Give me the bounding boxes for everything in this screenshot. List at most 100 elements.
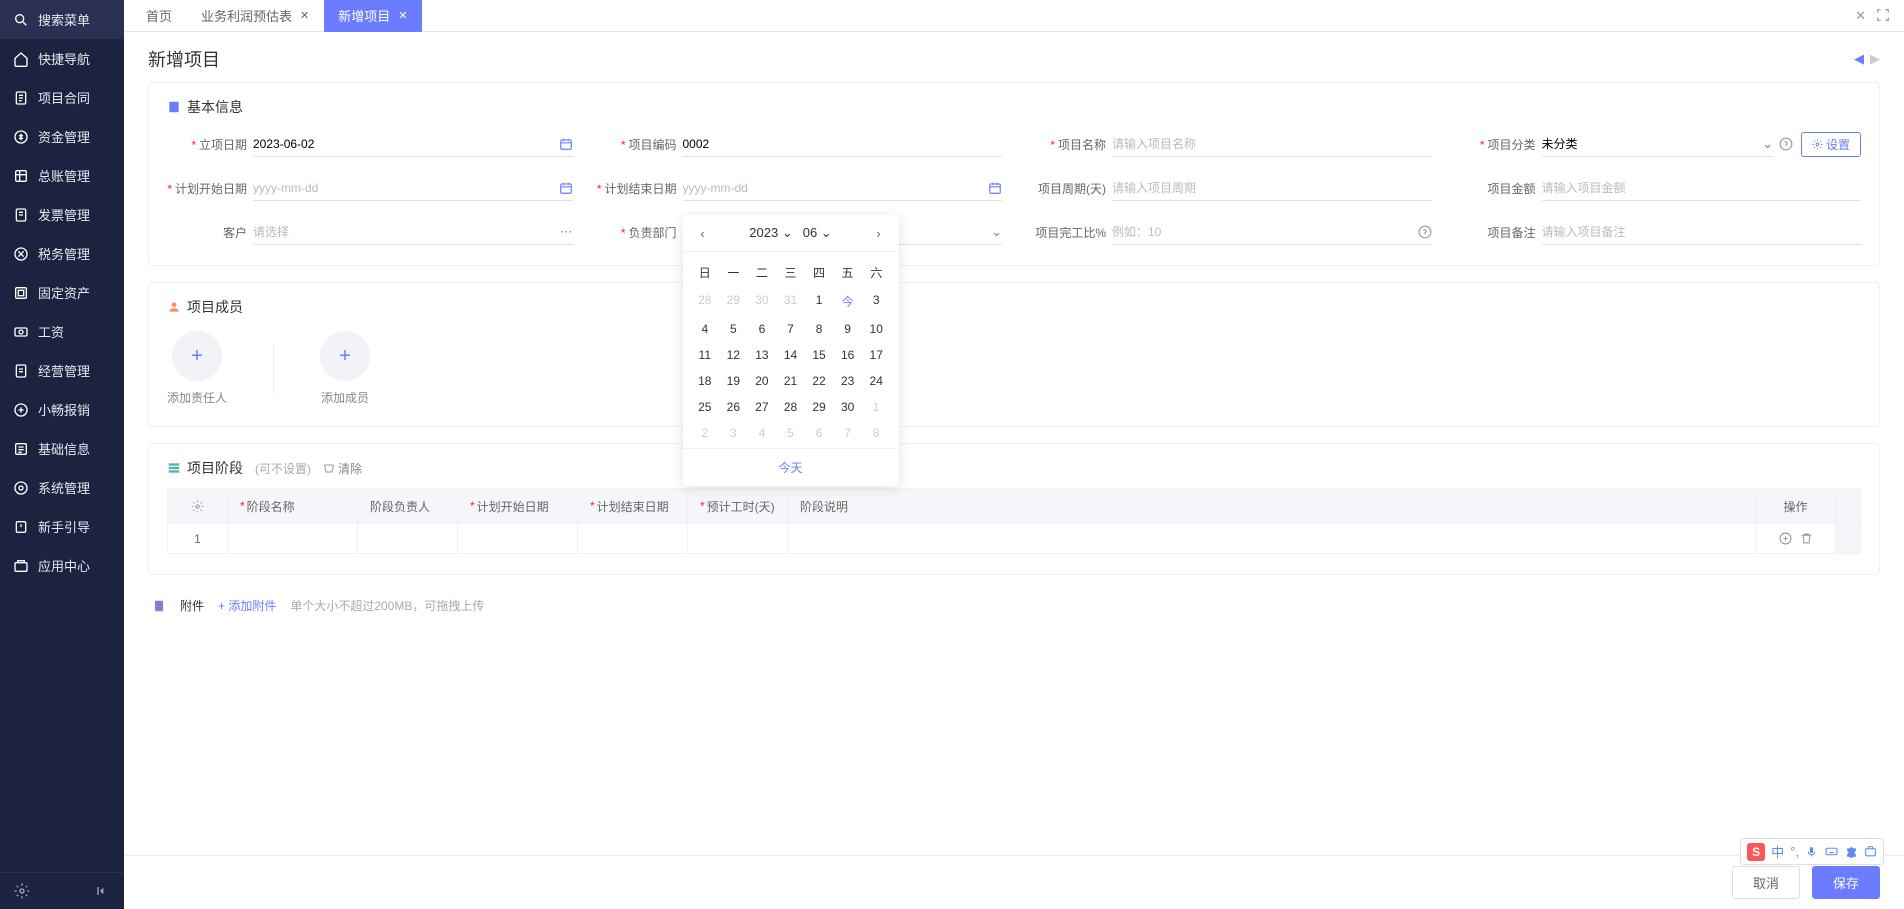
prev-month-icon[interactable]: ‹ — [695, 226, 711, 241]
sidebar-item-manage[interactable]: 经营管理 — [0, 351, 124, 390]
tab-首页[interactable]: 首页 — [132, 0, 187, 32]
table-row[interactable]: 1 — [168, 523, 1860, 553]
sidebar-item-salary[interactable]: 工资 — [0, 312, 124, 351]
sidebar-item-guide[interactable]: 新手引导 — [0, 507, 124, 546]
day-cell[interactable]: 4 — [691, 316, 720, 342]
day-cell[interactable]: 26 — [719, 394, 748, 420]
cell-responsible[interactable] — [358, 524, 458, 553]
ime-lang[interactable]: 中 — [1771, 842, 1784, 861]
settings-button[interactable]: 设置 — [1801, 132, 1861, 157]
day-cell[interactable]: 今 — [833, 287, 862, 316]
day-cell[interactable]: 29 — [805, 394, 834, 420]
sidebar-item-contract[interactable]: 项目合同 — [0, 78, 124, 117]
close-icon[interactable]: ✕ — [300, 9, 309, 22]
sidebar-item-apps[interactable]: 应用中心 — [0, 546, 124, 585]
calendar-icon[interactable] — [559, 137, 573, 151]
day-cell[interactable]: 14 — [776, 342, 805, 368]
day-cell[interactable]: 3 — [862, 287, 891, 316]
ime-toolbox-icon[interactable] — [1864, 845, 1877, 858]
day-cell[interactable]: 19 — [719, 368, 748, 394]
completion-input[interactable] — [1112, 221, 1412, 243]
day-cell[interactable]: 3 — [719, 420, 748, 446]
day-cell[interactable]: 7 — [776, 316, 805, 342]
more-icon[interactable]: ⋯ — [560, 224, 573, 240]
sidebar-item-money[interactable]: 资金管理 — [0, 117, 124, 156]
cell-start[interactable] — [458, 524, 578, 553]
day-cell[interactable]: 8 — [862, 420, 891, 446]
chevron-down-icon[interactable]: ⌄ — [1762, 136, 1773, 152]
day-cell[interactable]: 30 — [833, 394, 862, 420]
day-cell[interactable]: 13 — [748, 342, 777, 368]
cell-hours[interactable] — [688, 524, 788, 553]
day-cell[interactable]: 6 — [748, 316, 777, 342]
day-cell[interactable]: 18 — [691, 368, 720, 394]
help-icon[interactable] — [1418, 225, 1432, 239]
day-cell[interactable]: 10 — [862, 316, 891, 342]
collapse-icon[interactable] — [94, 883, 110, 899]
today-button[interactable]: 今天 — [683, 448, 899, 486]
day-cell[interactable]: 24 — [862, 368, 891, 394]
period-input[interactable] — [1112, 177, 1432, 199]
project-name-input[interactable] — [1112, 133, 1432, 155]
sidebar-item-info[interactable]: 基础信息 — [0, 429, 124, 468]
day-cell[interactable]: 25 — [691, 394, 720, 420]
cancel-button[interactable]: 取消 — [1732, 866, 1800, 899]
day-cell[interactable]: 5 — [719, 316, 748, 342]
add-attachment-button[interactable]: + 添加附件 — [218, 597, 276, 614]
next-month-icon[interactable]: › — [870, 226, 886, 241]
delete-row-icon[interactable] — [1800, 532, 1813, 545]
next-icon[interactable]: ▶ — [1870, 51, 1880, 67]
sidebar-item-invoice[interactable]: 发票管理 — [0, 195, 124, 234]
sidebar-item-search[interactable]: 搜索菜单 — [0, 0, 124, 39]
day-cell[interactable]: 23 — [833, 368, 862, 394]
day-cell[interactable]: 20 — [748, 368, 777, 394]
day-cell[interactable]: 4 — [748, 420, 777, 446]
add-member-button[interactable]: + — [320, 331, 370, 381]
prev-icon[interactable]: ◀ — [1854, 51, 1864, 67]
clear-button[interactable]: 清除 — [323, 460, 362, 477]
close-all-icon[interactable]: ✕ — [1855, 8, 1866, 24]
day-cell[interactable]: 5 — [776, 420, 805, 446]
table-settings-header[interactable] — [168, 489, 228, 523]
month-select[interactable]: 06 ⌄ — [803, 225, 832, 241]
tab-业务利润预估表[interactable]: 业务利润预估表✕ — [187, 0, 324, 32]
day-cell[interactable]: 21 — [776, 368, 805, 394]
plan-start-input[interactable] — [253, 177, 555, 199]
help-icon[interactable] — [1779, 137, 1793, 151]
cell-desc[interactable] — [788, 524, 1756, 553]
day-cell[interactable]: 29 — [719, 287, 748, 316]
cell-name[interactable] — [228, 524, 358, 553]
remark-input[interactable] — [1542, 221, 1862, 243]
calendar-icon[interactable] — [988, 181, 1002, 195]
plan-end-input[interactable] — [683, 177, 985, 199]
day-cell[interactable]: 11 — [691, 342, 720, 368]
save-button[interactable]: 保存 — [1812, 866, 1880, 899]
close-icon[interactable]: ✕ — [398, 9, 407, 22]
day-cell[interactable]: 12 — [719, 342, 748, 368]
day-cell[interactable]: 28 — [776, 394, 805, 420]
ime-mic-icon[interactable] — [1805, 845, 1818, 858]
sidebar-item-ledger[interactable]: 总账管理 — [0, 156, 124, 195]
fullscreen-icon[interactable] — [1876, 8, 1890, 24]
day-cell[interactable]: 2 — [691, 420, 720, 446]
day-cell[interactable]: 1 — [862, 394, 891, 420]
sidebar-item-expense[interactable]: 小畅报销 — [0, 390, 124, 429]
tab-新增项目[interactable]: 新增项目✕ — [324, 0, 422, 32]
day-cell[interactable]: 30 — [748, 287, 777, 316]
day-cell[interactable]: 17 — [862, 342, 891, 368]
day-cell[interactable]: 28 — [691, 287, 720, 316]
day-cell[interactable]: 16 — [833, 342, 862, 368]
year-select[interactable]: 2023 ⌄ — [749, 225, 792, 241]
day-cell[interactable]: 9 — [833, 316, 862, 342]
add-owner-button[interactable]: + — [172, 331, 222, 381]
chevron-down-icon[interactable]: ⌄ — [991, 224, 1002, 240]
day-cell[interactable]: 22 — [805, 368, 834, 394]
amount-input[interactable] — [1542, 177, 1862, 199]
ime-keyboard-icon[interactable] — [1824, 845, 1839, 858]
sidebar-item-asset[interactable]: 固定资产 — [0, 273, 124, 312]
ime-punct-icon[interactable]: °, — [1790, 844, 1799, 859]
customer-select[interactable] — [253, 221, 556, 243]
calendar-icon[interactable] — [559, 181, 573, 195]
project-code-input[interactable] — [683, 133, 1003, 155]
establish-date-input[interactable] — [253, 133, 555, 155]
